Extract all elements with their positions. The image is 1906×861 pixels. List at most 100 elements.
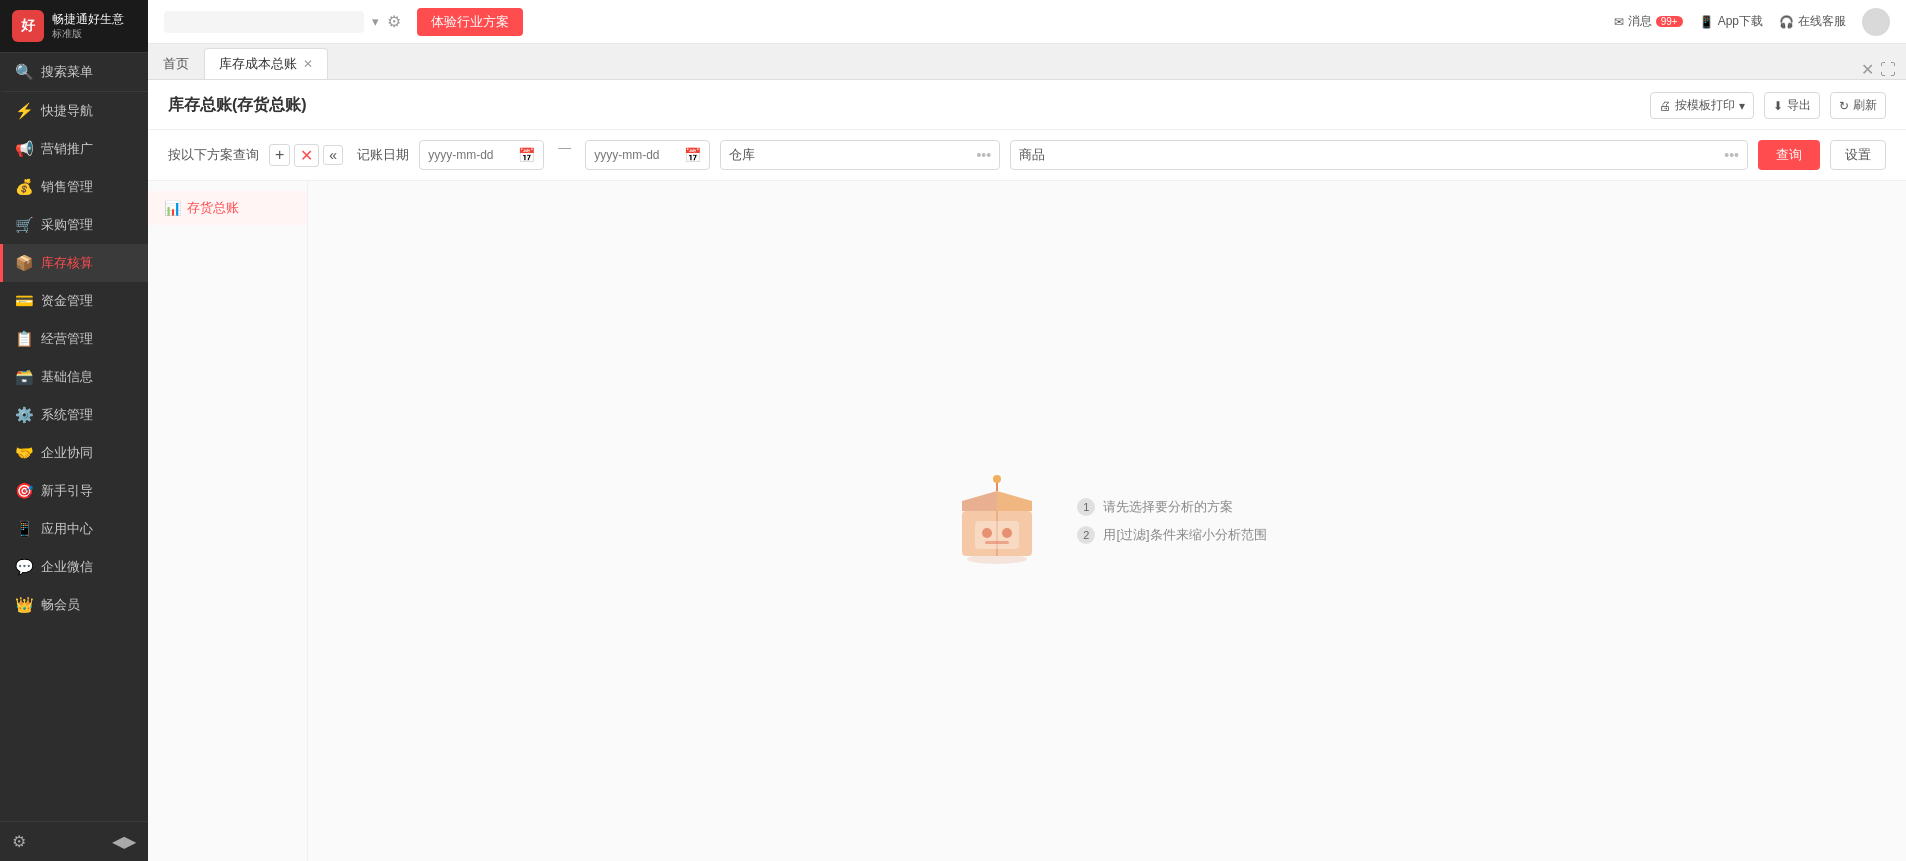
basic-icon: 🗃️ [15, 368, 33, 386]
date-label: 记账日期 [357, 140, 409, 170]
guide-icon: 🎯 [15, 482, 33, 500]
system-icon: ⚙️ [15, 406, 33, 424]
chevron-down-icon[interactable]: ▾ [372, 14, 379, 29]
topbar-left: ▾ ⚙ 体验行业方案 [164, 8, 1614, 36]
sidebar-item-basic[interactable]: 🗃️ 基础信息 [0, 358, 148, 396]
print-chevron-icon: ▾ [1739, 99, 1745, 113]
add-scheme-button[interactable]: + [269, 144, 290, 166]
member-icon: 👑 [15, 596, 33, 614]
sidebar-item-purchase[interactable]: 🛒 采购管理 [0, 206, 148, 244]
empty-illustration [947, 471, 1047, 571]
topbar-search-box[interactable] [164, 11, 364, 33]
empty-state: 1 请先选择要分析的方案 2 用[过滤]条件来缩小分析范围 [947, 471, 1266, 571]
tip-num-1: 1 [1077, 498, 1095, 516]
tab-close-icon[interactable]: ✕ [303, 57, 313, 71]
sidebar-item-marketing[interactable]: 📢 营销推广 [0, 130, 148, 168]
warehouse-filter[interactable]: 仓库 ••• [720, 140, 1000, 170]
search-input[interactable] [174, 15, 354, 29]
app-download-button[interactable]: 📱 App下载 [1699, 13, 1763, 30]
tab-home[interactable]: 首页 [148, 48, 204, 79]
logo-icon: 好 [12, 10, 44, 42]
calendar-end-icon[interactable]: 📅 [684, 147, 701, 163]
settings-footer-icon[interactable]: ⚙ [12, 832, 26, 851]
sidebar-search[interactable]: 🔍 搜索菜单 [0, 53, 148, 92]
page-actions: 🖨 按模板打印 ▾ ⬇ 导出 ↻ 刷新 [1650, 92, 1886, 119]
operation-icon: 📋 [15, 330, 33, 348]
tab-expand-icon[interactable]: ⛶ [1880, 61, 1896, 79]
empty-tips: 1 请先选择要分析的方案 2 用[过滤]条件来缩小分析范围 [1077, 498, 1266, 544]
tabbar: 首页 库存成本总账 ✕ ✕ ⛶ [148, 44, 1906, 80]
date-end-input[interactable] [594, 148, 684, 162]
date-start-input[interactable] [428, 148, 518, 162]
tip-item-2: 2 用[过滤]条件来缩小分析范围 [1077, 526, 1266, 544]
refresh-icon: ↻ [1839, 99, 1849, 113]
svg-rect-5 [975, 521, 1019, 549]
filter-label: 按以下方案查询 [168, 140, 259, 170]
sales-icon: 💰 [15, 178, 33, 196]
warehouse-more-icon[interactable]: ••• [976, 147, 991, 163]
svg-point-6 [982, 528, 992, 538]
finance-icon: 💳 [15, 292, 33, 310]
date-dash: — [558, 140, 571, 170]
collapse-icon[interactable]: ◀▶ [112, 832, 136, 851]
page-header: 库存总账(存货总账) 🖨 按模板打印 ▾ ⬇ 导出 ↻ 刷新 [148, 80, 1906, 130]
delete-scheme-button[interactable]: ✕ [294, 144, 319, 167]
settings-icon[interactable]: ⚙ [387, 12, 401, 31]
message-button[interactable]: ✉ 消息 99+ [1614, 13, 1683, 30]
sidebar-item-member[interactable]: 👑 畅会员 [0, 586, 148, 624]
sidebar-item-sales[interactable]: 💰 销售管理 [0, 168, 148, 206]
message-icon: ✉ [1614, 15, 1624, 29]
tab-close-all-icon[interactable]: ✕ [1861, 60, 1874, 79]
export-button[interactable]: ⬇ 导出 [1764, 92, 1820, 119]
inventory-total-icon: 📊 [164, 200, 181, 216]
marketing-icon: 📢 [15, 140, 33, 158]
user-avatar[interactable] [1862, 8, 1890, 36]
sidebar-nav: ⚡ 快捷导航 📢 营销推广 💰 销售管理 🛒 采购管理 📦 库存核算 💳 资金管… [0, 92, 148, 821]
sidebar-item-app-center[interactable]: 📱 应用中心 [0, 510, 148, 548]
collapse-filter-button[interactable]: « [323, 145, 343, 165]
sidebar-item-guide[interactable]: 🎯 新手引导 [0, 472, 148, 510]
online-support-button[interactable]: 🎧 在线客服 [1779, 13, 1846, 30]
refresh-button[interactable]: ↻ 刷新 [1830, 92, 1886, 119]
warehouse-label: 仓库 [729, 146, 972, 164]
print-button[interactable]: 🖨 按模板打印 ▾ [1650, 92, 1754, 119]
goods-more-icon[interactable]: ••• [1724, 147, 1739, 163]
industry-solution-button[interactable]: 体验行业方案 [417, 8, 523, 36]
sidebar-item-enterprise[interactable]: 🤝 企业协同 [0, 434, 148, 472]
page-title: 库存总账(存货总账) [168, 95, 307, 116]
tab-inventory-cost[interactable]: 库存成本总账 ✕ [204, 48, 328, 79]
headset-icon: 🎧 [1779, 15, 1794, 29]
left-scheme-panel: 📊 存货总账 [148, 181, 308, 861]
sidebar-footer: ⚙ ◀▶ [0, 821, 148, 861]
wechat-icon: 💬 [15, 558, 33, 576]
svg-rect-8 [985, 541, 1009, 544]
main-data-panel: 1 请先选择要分析的方案 2 用[过滤]条件来缩小分析范围 [308, 181, 1906, 861]
svg-marker-2 [962, 491, 997, 511]
app-logo: 好 畅捷通好生意 标准版 [0, 0, 148, 53]
sidebar-item-inventory[interactable]: 📦 库存核算 [0, 244, 148, 282]
app-center-icon: 📱 [15, 520, 33, 538]
export-icon: ⬇ [1773, 99, 1783, 113]
sidebar-item-wechat[interactable]: 💬 企业微信 [0, 548, 148, 586]
search-icon: 🔍 [15, 63, 33, 81]
body-area: 📊 存货总账 [148, 181, 1906, 861]
logo-text: 畅捷通好生意 标准版 [52, 12, 124, 41]
enterprise-icon: 🤝 [15, 444, 33, 462]
sidebar-item-system[interactable]: ⚙️ 系统管理 [0, 396, 148, 434]
quick-nav-icon: ⚡ [15, 102, 33, 120]
calendar-start-icon[interactable]: 📅 [518, 147, 535, 163]
query-button[interactable]: 查询 [1758, 140, 1820, 170]
scheme-option-inventory-total[interactable]: 📊 存货总账 [148, 191, 307, 225]
sidebar-item-quick-nav[interactable]: ⚡ 快捷导航 [0, 92, 148, 130]
topbar: ▾ ⚙ 体验行业方案 ✉ 消息 99+ 📱 App下载 🎧 在线客服 [148, 0, 1906, 44]
content-area: 首页 库存成本总账 ✕ ✕ ⛶ 库存总账(存货总账) 🖨 按模板打印 ▾ [148, 44, 1906, 861]
print-icon: 🖨 [1659, 99, 1671, 113]
sidebar-item-finance[interactable]: 💳 资金管理 [0, 282, 148, 320]
sidebar-item-operation[interactable]: 📋 经营管理 [0, 320, 148, 358]
date-start-picker[interactable]: 📅 [419, 140, 544, 170]
setting-button[interactable]: 设置 [1830, 140, 1886, 170]
filter-bar: 按以下方案查询 + ✕ « 记账日期 📅 — 📅 仓库 ••• 商品 [148, 130, 1906, 181]
goods-filter[interactable]: 商品 ••• [1010, 140, 1748, 170]
date-end-picker[interactable]: 📅 [585, 140, 710, 170]
sidebar: 好 畅捷通好生意 标准版 🔍 搜索菜单 ⚡ 快捷导航 📢 营销推广 💰 销售管理… [0, 0, 148, 861]
